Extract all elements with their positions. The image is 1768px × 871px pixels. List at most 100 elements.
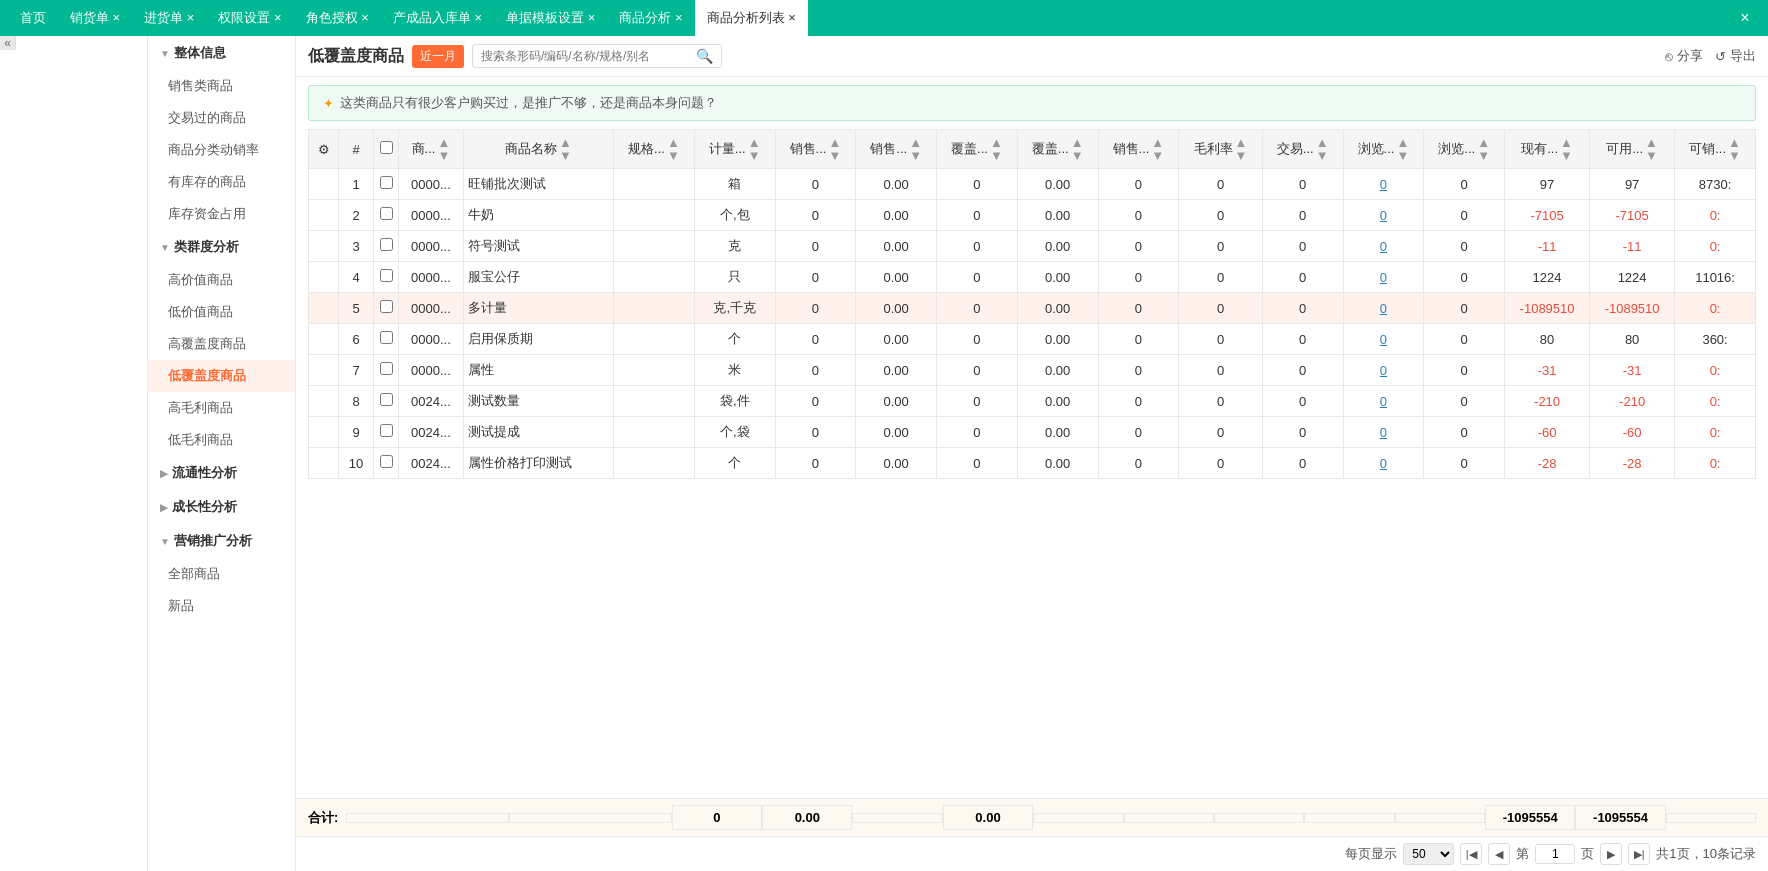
cell-unit: 个 [694, 324, 775, 355]
export-button[interactable]: ↺ 导出 [1715, 47, 1756, 65]
content-area: 低覆盖度商品 近一月 🔍 ⎋ 分享 ↺ 导出 ✦ 这类商品只有很少客户购买过，是… [296, 36, 1768, 871]
page-input[interactable] [1535, 844, 1575, 864]
nav-sales[interactable]: 销货单 × [58, 0, 132, 36]
cell-name: 符号测试 [463, 231, 613, 262]
col-view1: 浏览...▲▼ [1343, 130, 1424, 169]
cell-settings [309, 262, 339, 293]
view1-link[interactable]: 0 [1380, 425, 1387, 440]
sidebar-item-high-value[interactable]: 高价值商品 [148, 264, 295, 296]
prev-page-btn[interactable]: ◀ [1488, 843, 1510, 865]
view1-link[interactable]: 0 [1380, 456, 1387, 471]
col-sales-detail: 销售...▲▼ [1098, 130, 1179, 169]
cell-name: 属性价格打印测试 [463, 448, 613, 479]
sidebar-item-stocked-goods[interactable]: 有库存的商品 [148, 166, 295, 198]
nav-home[interactable]: 首页 [8, 0, 58, 36]
next-page-btn[interactable]: ▶ [1600, 843, 1622, 865]
page-size-select[interactable]: 50 20 100 200 [1403, 843, 1454, 865]
cell-check [374, 448, 399, 479]
table-container: ⚙ # 商...▲▼ 商品名称▲▼ 规格...▲▼ 计量...▲▼ 销售...▲… [296, 129, 1768, 798]
nav-roles[interactable]: 角色授权 × [294, 0, 381, 36]
cell-cover-count: 0 [937, 231, 1018, 262]
cell-code: 0000... [399, 200, 464, 231]
nav-permissions[interactable]: 权限设置 × [206, 0, 293, 36]
row-checkbox-0[interactable] [380, 176, 393, 189]
view1-link[interactable]: 0 [1380, 239, 1387, 254]
nav-purchase[interactable]: 进货单 × [132, 0, 206, 36]
sidebar-item-low-margin[interactable]: 低毛利商品 [148, 424, 295, 456]
cell-unit: 个,袋 [694, 417, 775, 448]
sidebar-panel: ▼ 整体信息 销售类商品 交易过的商品 商品分类动销率 有库存的商品 库存资金占… [148, 36, 296, 871]
view1-link[interactable]: 0 [1380, 394, 1387, 409]
row-checkbox-6[interactable] [380, 362, 393, 375]
close-button[interactable]: × [1730, 0, 1760, 36]
filter-period-button[interactable]: 近一月 [412, 45, 464, 68]
sidebar-item-low-value[interactable]: 低价值商品 [148, 296, 295, 328]
search-input[interactable] [481, 49, 696, 63]
view1-link[interactable]: 0 [1380, 208, 1387, 223]
nav-analysis[interactable]: 商品分析 × [607, 0, 694, 36]
cell-cover-rate: 0.00 [1017, 200, 1098, 231]
sidebar-item-sales-goods[interactable]: 销售类商品 [148, 70, 295, 102]
sidebar-section-general[interactable]: ▼ 整体信息 [148, 36, 295, 70]
row-checkbox-9[interactable] [380, 455, 393, 468]
nav-templates[interactable]: 单据模板设置 × [494, 0, 607, 36]
row-checkbox-5[interactable] [380, 331, 393, 344]
sidebar-item-new-goods[interactable]: 新品 [148, 590, 295, 622]
sidebar-section-cluster[interactable]: ▼ 类群度分析 [148, 230, 295, 264]
select-all-checkbox[interactable] [380, 141, 393, 154]
cell-available: -60 [1590, 417, 1675, 448]
cell-cover-count: 0 [937, 262, 1018, 293]
cell-view1: 0 [1343, 231, 1424, 262]
sidebar-section-marketing[interactable]: ▼ 营销推广分析 [148, 524, 295, 558]
sidebar-item-high-margin[interactable]: 高毛利商品 [148, 392, 295, 424]
cell-num: 4 [339, 262, 374, 293]
cell-view2: 0 [1424, 169, 1505, 200]
cell-cover-rate: 0.00 [1017, 324, 1098, 355]
sidebar-item-traded-goods[interactable]: 交易过的商品 [148, 102, 295, 134]
sidebar-item-low-coverage[interactable]: 低覆盖度商品 [148, 360, 295, 392]
view1-link[interactable]: 0 [1380, 301, 1387, 316]
cell-cover-count: 0 [937, 169, 1018, 200]
sidebar-collapse-btn[interactable]: « [0, 36, 16, 50]
row-checkbox-8[interactable] [380, 424, 393, 437]
view1-link[interactable]: 0 [1380, 177, 1387, 192]
cell-saleable: 0: [1675, 355, 1756, 386]
cell-check [374, 324, 399, 355]
view1-link[interactable]: 0 [1380, 363, 1387, 378]
view1-link[interactable]: 0 [1380, 270, 1387, 285]
sidebar-item-category-rate[interactable]: 商品分类动销率 [148, 134, 295, 166]
sidebar-item-inventory-capital[interactable]: 库存资金占用 [148, 198, 295, 230]
cell-gross-rate: 0 [1179, 386, 1263, 417]
footer-cover-empty [852, 813, 942, 823]
cell-spec [614, 386, 695, 417]
sidebar-section-circulation[interactable]: ▶ 流通性分析 [148, 456, 295, 490]
row-checkbox-4[interactable] [380, 300, 393, 313]
sidebar-section-growth[interactable]: ▶ 成长性分析 [148, 490, 295, 524]
view1-link[interactable]: 0 [1380, 332, 1387, 347]
share-label: 分享 [1677, 47, 1703, 65]
table-row: 9 0024... 测试提成 个,袋 0 0.00 0 0.00 0 0 0 0… [309, 417, 1756, 448]
nav-products[interactable]: 产成品入库单 × [381, 0, 494, 36]
row-checkbox-7[interactable] [380, 393, 393, 406]
section-arrow-cluster: ▼ [160, 242, 170, 253]
nav-analysis-list[interactable]: 商品分析列表 × [695, 0, 808, 36]
last-page-btn[interactable]: ▶| [1628, 843, 1650, 865]
cell-sales-detail: 0 [1098, 417, 1179, 448]
cell-view1: 0 [1343, 448, 1424, 479]
cell-name: 测试数量 [463, 386, 613, 417]
col-spec: 规格...▲▼ [614, 130, 695, 169]
col-view2: 浏览...▲▼ [1424, 130, 1505, 169]
cell-trade: 0 [1262, 231, 1343, 262]
cell-sales-detail: 0 [1098, 200, 1179, 231]
cell-view1: 0 [1343, 324, 1424, 355]
col-settings[interactable]: ⚙ [309, 130, 339, 169]
share-button[interactable]: ⎋ 分享 [1665, 47, 1703, 65]
sidebar-item-high-coverage[interactable]: 高覆盖度商品 [148, 328, 295, 360]
cell-sales-count: 0 [775, 355, 856, 386]
first-page-btn[interactable]: |◀ [1460, 843, 1482, 865]
row-checkbox-3[interactable] [380, 269, 393, 282]
row-checkbox-1[interactable] [380, 207, 393, 220]
sidebar-item-all-goods[interactable]: 全部商品 [148, 558, 295, 590]
row-checkbox-2[interactable] [380, 238, 393, 251]
cell-settings [309, 169, 339, 200]
